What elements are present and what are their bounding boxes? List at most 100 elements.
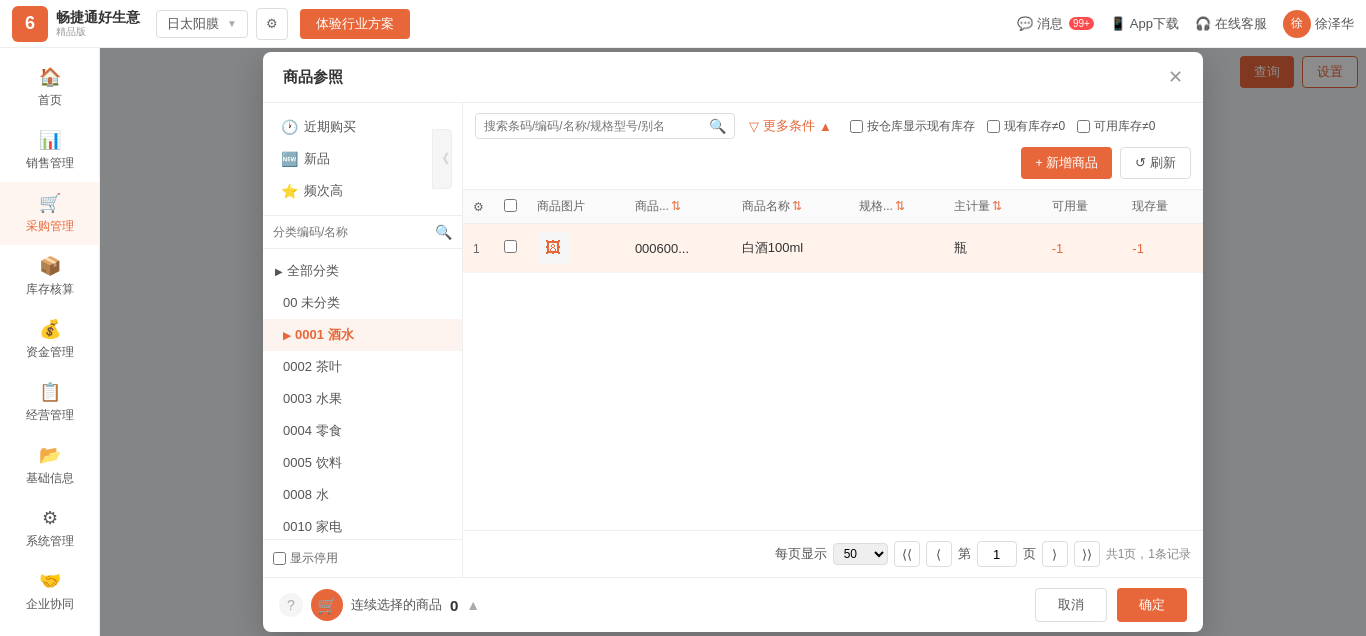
last-page-button[interactable]: ⟩⟩ bbox=[1074, 541, 1100, 567]
help-button[interactable]: ? bbox=[279, 593, 303, 617]
select-all-checkbox[interactable] bbox=[504, 199, 517, 212]
sidebar-item-sales[interactable]: 📊 销售管理 bbox=[0, 119, 99, 182]
cat-item-water[interactable]: 0008 水 bbox=[263, 479, 462, 511]
headphone-icon: 🎧 bbox=[1195, 16, 1211, 31]
category-search: 🔍 bbox=[263, 216, 462, 249]
avatar-initial: 徐 bbox=[1291, 15, 1303, 32]
product-table-area: ⚙ 商品图片 商品...⇅ 商品名称⇅ 规格...⇅ 主计量⇅ bbox=[463, 190, 1203, 530]
sidebar-item-system[interactable]: ⚙ 系统管理 bbox=[0, 497, 99, 560]
app-download-btn[interactable]: 📱 App下载 bbox=[1110, 15, 1179, 33]
row-spec bbox=[849, 224, 944, 273]
app-download-label: App下载 bbox=[1130, 15, 1179, 33]
sidebar-label-enterprise: 企业协同 bbox=[26, 596, 74, 613]
brand-sub: 精品版 bbox=[56, 26, 140, 38]
show-disabled-checkbox[interactable] bbox=[273, 552, 286, 565]
row-image: 🖼 bbox=[527, 224, 625, 273]
cat-label: 0010 家电 bbox=[283, 518, 342, 536]
sidebar-label-inventory: 库存核算 bbox=[26, 281, 74, 298]
cat-item-snack[interactable]: 0004 零食 bbox=[263, 415, 462, 447]
category-search-icon[interactable]: 🔍 bbox=[435, 224, 452, 240]
cat-item-fruit[interactable]: 0003 水果 bbox=[263, 383, 462, 415]
stock-ne0-checkbox[interactable] bbox=[987, 120, 1000, 133]
warehouse-checkbox[interactable] bbox=[850, 120, 863, 133]
finance-icon: 💰 bbox=[39, 318, 61, 340]
home-icon: 🏠 bbox=[39, 66, 61, 88]
operations-icon: 📋 bbox=[39, 381, 61, 403]
product-thumbnail: 🖼 bbox=[537, 232, 569, 264]
next-page-button[interactable]: ⟩ bbox=[1042, 541, 1068, 567]
row-stock: -1 bbox=[1122, 224, 1203, 273]
cat-item-appliance[interactable]: 0010 家电 bbox=[263, 511, 462, 539]
confirm-button[interactable]: 确定 bbox=[1117, 588, 1187, 622]
recent-icon: 🕐 bbox=[281, 119, 298, 135]
sidebar-item-guide[interactable]: 📖 新手引导 bbox=[0, 623, 99, 636]
filter-icon: ▽ bbox=[749, 119, 759, 134]
sidebar-item-enterprise[interactable]: 🤝 企业协同 bbox=[0, 560, 99, 623]
quick-access: 🕐 近期购买 🆕 新品 ⭐ 频次高 bbox=[263, 103, 462, 216]
filter-checkboxes: 按仓库显示现有库存 现有库存≠0 可用库存≠0 bbox=[850, 118, 1156, 135]
cart-button[interactable]: 🛒 bbox=[311, 589, 343, 621]
question-icon: ? bbox=[287, 597, 295, 613]
page-number-input[interactable] bbox=[977, 541, 1017, 567]
sidebar-item-purchase[interactable]: 🛒 采购管理 bbox=[0, 182, 99, 245]
row-select-checkbox[interactable] bbox=[504, 240, 517, 253]
sidebar-item-inventory[interactable]: 📦 库存核算 bbox=[0, 245, 99, 308]
cat-label: 0001 酒水 bbox=[295, 326, 354, 344]
col-unit[interactable]: 主计量⇅ bbox=[944, 190, 1042, 224]
online-service-label: 在线客服 bbox=[1215, 15, 1267, 33]
sidebar-item-basic[interactable]: 📂 基础信息 bbox=[0, 434, 99, 497]
col-name[interactable]: 商品名称⇅ bbox=[732, 190, 849, 224]
cat-label: 0002 茶叶 bbox=[283, 358, 342, 376]
checkbox-stock-ne0[interactable]: 现有库存≠0 bbox=[987, 118, 1065, 135]
available-ne0-checkbox[interactable] bbox=[1077, 120, 1090, 133]
recent-purchase-btn[interactable]: 🕐 近期购买 bbox=[273, 113, 426, 141]
checkbox-warehouse[interactable]: 按仓库显示现有库存 bbox=[850, 118, 975, 135]
product-table: ⚙ 商品图片 商品...⇅ 商品名称⇅ 规格...⇅ 主计量⇅ bbox=[463, 190, 1203, 273]
cancel-button[interactable]: 取消 bbox=[1035, 588, 1107, 622]
add-product-button[interactable]: + 新增商品 bbox=[1021, 147, 1112, 179]
search-icon[interactable]: 🔍 bbox=[709, 118, 726, 134]
cat-item-uncategorized[interactable]: 00 未分类 bbox=[263, 287, 462, 319]
collapse-selection-button[interactable]: ▲ bbox=[466, 597, 480, 613]
store-selector[interactable]: 日太阳膜 ▼ bbox=[156, 10, 248, 38]
first-page-button[interactable]: ⟨⟨ bbox=[894, 541, 920, 567]
col-select-all[interactable] bbox=[494, 190, 527, 224]
user-profile[interactable]: 徐 徐泽华 bbox=[1283, 10, 1354, 38]
refresh-button[interactable]: ↺ 刷新 bbox=[1120, 147, 1191, 179]
col-spec[interactable]: 规格...⇅ bbox=[849, 190, 944, 224]
checkbox-available-ne0[interactable]: 可用库存≠0 bbox=[1077, 118, 1155, 135]
main-content: 查询 设置 商品参照 ✕ 🕐 近期购买 bbox=[100, 48, 1366, 636]
row-checkbox[interactable] bbox=[494, 224, 527, 273]
cat-item-all[interactable]: ▶ 全部分类 bbox=[263, 255, 462, 287]
sidebar-label-purchase: 采购管理 bbox=[26, 218, 74, 235]
col-settings[interactable]: ⚙ bbox=[463, 190, 494, 224]
sidebar-item-operations[interactable]: 📋 经营管理 bbox=[0, 371, 99, 434]
frequent-btn[interactable]: ⭐ 频次高 bbox=[273, 177, 426, 205]
table-row[interactable]: 1 🖼 000600... bbox=[463, 224, 1203, 273]
gear-button[interactable]: ⚙ bbox=[256, 8, 288, 40]
sidebar-item-home[interactable]: 🏠 首页 bbox=[0, 56, 99, 119]
col-code[interactable]: 商品...⇅ bbox=[625, 190, 732, 224]
collapse-panel-button[interactable]: 《 bbox=[432, 129, 452, 189]
show-disabled-label[interactable]: 显示停用 bbox=[273, 550, 338, 567]
experience-button[interactable]: 体验行业方案 bbox=[300, 9, 410, 39]
basic-icon: 📂 bbox=[39, 444, 61, 466]
selected-count: 0 bbox=[450, 597, 458, 614]
quick-buttons: 🕐 近期购买 🆕 新品 ⭐ 频次高 bbox=[273, 113, 426, 205]
sidebar-item-finance[interactable]: 💰 资金管理 bbox=[0, 308, 99, 371]
prev-page-button[interactable]: ⟨ bbox=[926, 541, 952, 567]
more-filter-button[interactable]: ▽ 更多条件 ▲ bbox=[743, 113, 838, 139]
filter-label: 更多条件 bbox=[763, 117, 815, 135]
messages-btn[interactable]: 💬 消息 99+ bbox=[1017, 15, 1094, 33]
online-service-btn[interactable]: 🎧 在线客服 bbox=[1195, 15, 1267, 33]
system-icon: ⚙ bbox=[42, 507, 58, 529]
category-search-input[interactable] bbox=[273, 225, 429, 239]
new-product-btn[interactable]: 🆕 新品 bbox=[273, 145, 426, 173]
product-search-input[interactable] bbox=[484, 119, 705, 133]
cat-item-liquor[interactable]: ▶ 0001 酒水 bbox=[263, 319, 462, 351]
modal-close-button[interactable]: ✕ bbox=[1168, 66, 1183, 88]
col-stock: 现存量 bbox=[1122, 190, 1203, 224]
cat-item-drink[interactable]: 0005 饮料 bbox=[263, 447, 462, 479]
cat-item-tea[interactable]: 0002 茶叶 bbox=[263, 351, 462, 383]
per-page-select[interactable]: 50 10 20 100 bbox=[833, 543, 888, 565]
